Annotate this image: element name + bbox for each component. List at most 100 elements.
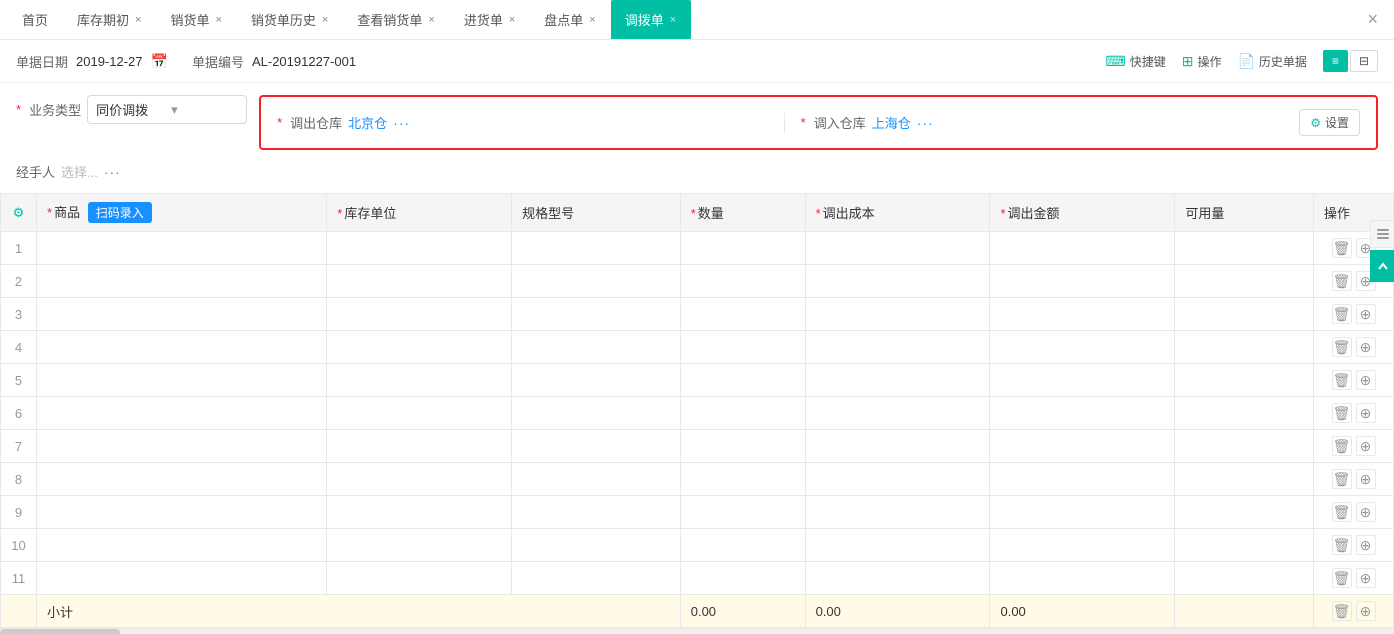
- row-1-available[interactable]: [1175, 232, 1314, 265]
- row-2-unit[interactable]: [327, 265, 512, 298]
- tab-home[interactable]: 首页: [8, 0, 63, 39]
- row-7-goods[interactable]: [37, 430, 327, 463]
- row-11-available[interactable]: [1175, 562, 1314, 595]
- row-7-amount[interactable]: [990, 430, 1175, 463]
- warehouse-in-value[interactable]: 上海仓: [872, 113, 911, 132]
- copy-icon[interactable]: ⊕: [1356, 502, 1376, 522]
- row-5-amount[interactable]: [990, 364, 1175, 397]
- row-6-available[interactable]: [1175, 397, 1314, 430]
- grid-view-btn[interactable]: ⊟: [1350, 50, 1378, 72]
- row-8-cost[interactable]: [805, 463, 990, 496]
- row-1-goods[interactable]: [37, 232, 327, 265]
- row-4-spec[interactable]: [512, 331, 681, 364]
- row-1-amount[interactable]: [990, 232, 1175, 265]
- copy-icon[interactable]: ⊕: [1356, 370, 1376, 390]
- row-10-spec[interactable]: [512, 529, 681, 562]
- row-6-amount[interactable]: [990, 397, 1175, 430]
- copy-icon[interactable]: ⊕: [1356, 304, 1376, 324]
- row-5-cost[interactable]: [805, 364, 990, 397]
- delete-icon[interactable]: 🗑: [1332, 337, 1352, 357]
- delete-icon[interactable]: 🗑: [1332, 370, 1352, 390]
- delete-icon[interactable]: 🗑: [1332, 403, 1352, 423]
- close-window-button[interactable]: ×: [1359, 9, 1386, 30]
- row-3-spec[interactable]: [512, 298, 681, 331]
- row-8-available[interactable]: [1175, 463, 1314, 496]
- row-9-available[interactable]: [1175, 496, 1314, 529]
- row-11-unit[interactable]: [327, 562, 512, 595]
- row-6-goods[interactable]: [37, 397, 327, 430]
- tab-view-sales-order[interactable]: 查看销货单 ×: [343, 0, 449, 39]
- row-5-unit[interactable]: [327, 364, 512, 397]
- row-4-amount[interactable]: [990, 331, 1175, 364]
- row-8-qty[interactable]: [680, 463, 805, 496]
- row-8-spec[interactable]: [512, 463, 681, 496]
- row-9-spec[interactable]: [512, 496, 681, 529]
- row-10-goods[interactable]: [37, 529, 327, 562]
- row-5-spec[interactable]: [512, 364, 681, 397]
- copy-icon[interactable]: ⊕: [1356, 436, 1376, 456]
- row-6-spec[interactable]: [512, 397, 681, 430]
- row-9-cost[interactable]: [805, 496, 990, 529]
- delete-icon[interactable]: 🗑: [1332, 601, 1352, 621]
- row-2-qty[interactable]: [680, 265, 805, 298]
- tab-sales-order-history[interactable]: 销货单历史 ×: [237, 0, 343, 39]
- row-5-goods[interactable]: [37, 364, 327, 397]
- right-list-btn[interactable]: [1370, 220, 1394, 248]
- row-9-unit[interactable]: [327, 496, 512, 529]
- row-7-available[interactable]: [1175, 430, 1314, 463]
- delete-icon[interactable]: 🗑: [1332, 436, 1352, 456]
- delete-icon[interactable]: 🗑: [1332, 502, 1352, 522]
- warehouse-out-more-btn[interactable]: ···: [393, 115, 410, 131]
- row-1-unit[interactable]: [327, 232, 512, 265]
- history-action[interactable]: 📄 历史单据: [1237, 53, 1306, 70]
- tab-close-inventory-init[interactable]: ×: [135, 14, 141, 26]
- tab-inventory-check[interactable]: 盘点单 ×: [530, 0, 610, 39]
- row-2-available[interactable]: [1175, 265, 1314, 298]
- tab-close-sales-order[interactable]: ×: [215, 14, 221, 26]
- tab-purchase-order[interactable]: 进货单 ×: [450, 0, 530, 39]
- person-more-btn[interactable]: ···: [104, 164, 121, 180]
- row-10-available[interactable]: [1175, 529, 1314, 562]
- row-1-qty[interactable]: [680, 232, 805, 265]
- row-7-unit[interactable]: [327, 430, 512, 463]
- business-type-select[interactable]: 同价调拨 ▾: [87, 95, 247, 124]
- row-3-available[interactable]: [1175, 298, 1314, 331]
- tab-close-inventory-check[interactable]: ×: [589, 14, 595, 26]
- warehouse-in-more-btn[interactable]: ···: [917, 115, 934, 131]
- row-4-unit[interactable]: [327, 331, 512, 364]
- row-4-goods[interactable]: [37, 331, 327, 364]
- row-11-amount[interactable]: [990, 562, 1175, 595]
- row-4-cost[interactable]: [805, 331, 990, 364]
- row-6-qty[interactable]: [680, 397, 805, 430]
- person-select[interactable]: 选择...: [61, 162, 98, 181]
- delete-icon[interactable]: 🗑: [1332, 304, 1352, 324]
- delete-icon[interactable]: 🗑: [1332, 469, 1352, 489]
- gear-settings-icon[interactable]: ⚙: [13, 205, 25, 220]
- row-2-spec[interactable]: [512, 265, 681, 298]
- row-9-qty[interactable]: [680, 496, 805, 529]
- copy-icon[interactable]: ⊕: [1356, 601, 1376, 621]
- horizontal-scrollbar[interactable]: [0, 628, 1394, 634]
- row-10-unit[interactable]: [327, 529, 512, 562]
- delete-icon[interactable]: 🗑: [1332, 271, 1352, 291]
- row-10-qty[interactable]: [680, 529, 805, 562]
- row-3-unit[interactable]: [327, 298, 512, 331]
- row-7-cost[interactable]: [805, 430, 990, 463]
- tab-sales-order[interactable]: 销货单 ×: [156, 0, 236, 39]
- copy-icon[interactable]: ⊕: [1356, 568, 1376, 588]
- row-1-cost[interactable]: [805, 232, 990, 265]
- row-11-qty[interactable]: [680, 562, 805, 595]
- row-2-cost[interactable]: [805, 265, 990, 298]
- copy-icon[interactable]: ⊕: [1356, 403, 1376, 423]
- row-8-goods[interactable]: [37, 463, 327, 496]
- row-9-amount[interactable]: [990, 496, 1175, 529]
- operation-action[interactable]: ⊞ 操作: [1182, 53, 1222, 70]
- row-3-cost[interactable]: [805, 298, 990, 331]
- right-expand-btn[interactable]: [1370, 250, 1394, 282]
- row-2-amount[interactable]: [990, 265, 1175, 298]
- row-5-qty[interactable]: [680, 364, 805, 397]
- delete-icon[interactable]: 🗑: [1332, 568, 1352, 588]
- row-3-qty[interactable]: [680, 298, 805, 331]
- row-3-goods[interactable]: [37, 298, 327, 331]
- row-9-goods[interactable]: [37, 496, 327, 529]
